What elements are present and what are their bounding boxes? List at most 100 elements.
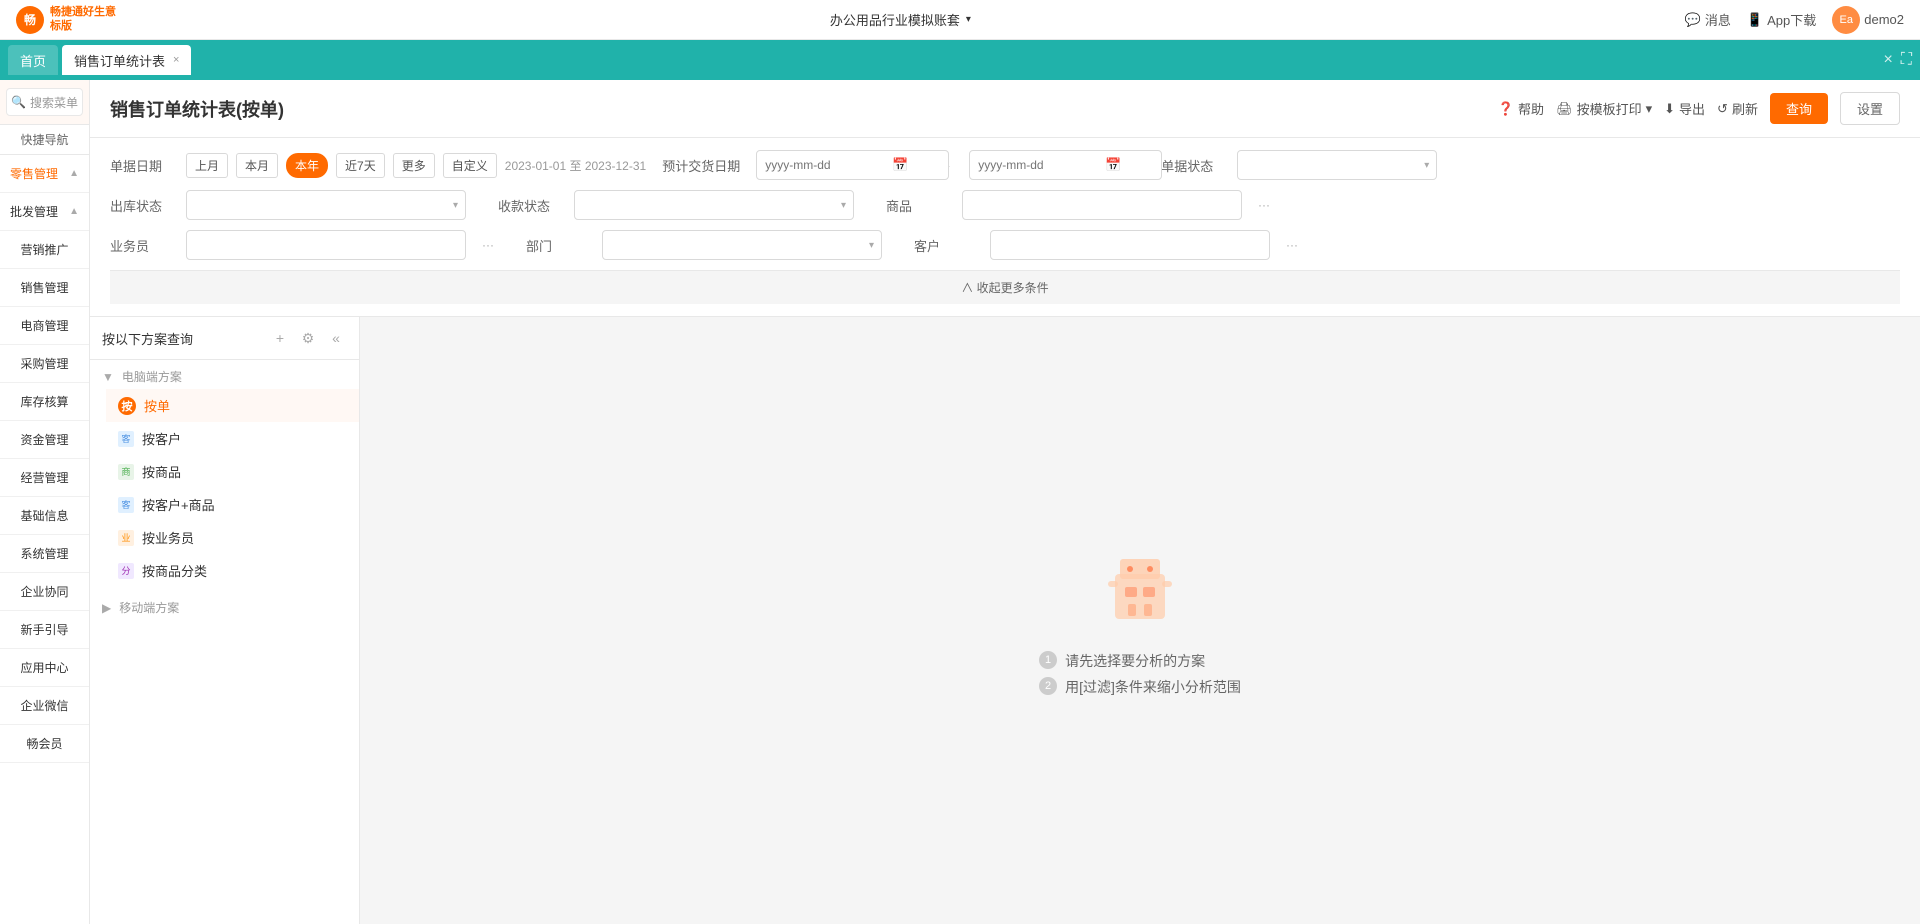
expected-date-label: 预计交货日期 (662, 156, 740, 175)
search-button[interactable]: 🔍 搜索菜单 (6, 88, 83, 116)
collapse-arrow-icon: ∧ (961, 281, 973, 295)
help-button[interactable]: ❓ 帮助 (1498, 99, 1544, 118)
hint-num-2: 2 (1039, 677, 1057, 695)
department-wrapper: ▾ (602, 230, 882, 260)
goods-label: 商品 (886, 196, 946, 215)
collapse-panel-button[interactable]: « (325, 327, 347, 349)
print-icon: 🖨 (1556, 101, 1573, 117)
by-category-icon: 分 (118, 563, 134, 579)
sidebar-item-purchase[interactable]: 采购管理 (0, 345, 89, 383)
collapse-bar[interactable]: ∧ 收起更多条件 (110, 270, 1900, 304)
receive-status-wrapper: ▾ (574, 190, 854, 220)
date-btn-prev-month[interactable]: 上月 (186, 153, 228, 178)
query-button[interactable]: 查询 (1770, 93, 1828, 124)
expected-date-end-wrapper: 📅 (969, 150, 1129, 180)
add-scheme-button[interactable]: + (269, 327, 291, 349)
salesperson-input[interactable] (186, 230, 466, 260)
empty-state: 1 请先选择要分析的方案 2 用[过滤]条件来缩小分析范围 (1039, 539, 1241, 703)
salesperson-more-icon[interactable]: ··· (482, 238, 494, 252)
salesperson-label: 业务员 (110, 236, 170, 255)
tab-maximize-icon[interactable]: ⛶ (1901, 51, 1912, 69)
tree-item-by-category[interactable]: 分 按商品分类 (106, 554, 359, 587)
tree-item-by-cust-goods[interactable]: 客 按客户+商品 (106, 488, 359, 521)
bill-status-wrapper: ▾ (1237, 150, 1437, 180)
help-icon: ❓ (1498, 101, 1514, 117)
date-btn-7days[interactable]: 近7天 (336, 153, 385, 178)
sidebar-item-sales[interactable]: 销售管理 (0, 269, 89, 307)
refresh-icon: ↺ (1717, 101, 1728, 117)
sidebar-item-wholesale[interactable]: 批发管理 ▲ (0, 193, 89, 231)
empty-illustration (1090, 539, 1190, 639)
sidebar-item-guide[interactable]: 新手引导 (0, 611, 89, 649)
print-button[interactable]: 🖨 按模板打印 ▾ (1556, 99, 1652, 118)
hint-num-1: 1 (1039, 651, 1057, 669)
department-select[interactable] (602, 230, 882, 260)
sidebar-item-marketing[interactable]: 营销推广 (0, 231, 89, 269)
refresh-button[interactable]: ↺ 刷新 (1717, 99, 1758, 118)
sidebar-item-inventory[interactable]: 库存核算 (0, 383, 89, 421)
expected-date-start-input[interactable] (756, 150, 949, 180)
settings-button[interactable]: 设置 (1840, 92, 1900, 125)
message-icon: 💬 (1685, 12, 1701, 28)
print-arrow-icon: ▾ (1646, 101, 1653, 117)
message-button[interactable]: 💬 消息 (1685, 10, 1731, 29)
tab-home[interactable]: 首页 (8, 45, 58, 75)
goods-more-icon[interactable]: ··· (1258, 198, 1270, 212)
empty-hint-list: 1 请先选择要分析的方案 2 用[过滤]条件来缩小分析范围 (1039, 651, 1241, 703)
sidebar-item-member[interactable]: 畅会员 (0, 725, 89, 763)
date-range-display: 2023-01-01 至 2023-12-31 (505, 157, 646, 174)
by-cust-goods-icon: 客 (118, 497, 134, 513)
ship-status-wrapper: ▾ (186, 190, 466, 220)
export-icon: ⬇ (1664, 101, 1675, 117)
quick-nav-item[interactable]: 快捷导航 (0, 125, 89, 155)
sidebar-item-system[interactable]: 系统管理 (0, 535, 89, 573)
tree-item-by-goods[interactable]: 商 按商品 (106, 455, 359, 488)
filter-row-3: 业务员 ··· 部门 ▾ 客户 ··· (110, 230, 1900, 260)
date-btn-cur-month[interactable]: 本月 (236, 153, 278, 178)
export-button[interactable]: ⬇ 导出 (1664, 99, 1705, 118)
by-goods-icon: 商 (118, 464, 134, 480)
receive-status-select[interactable] (574, 190, 854, 220)
bill-status-select[interactable] (1237, 150, 1437, 180)
tree-mobile-section[interactable]: ▶ 移动端方案 (90, 591, 359, 620)
settings-scheme-button[interactable]: ⚙ (297, 327, 319, 349)
sidebar-item-ecommerce[interactable]: 电商管理 (0, 307, 89, 345)
date-btn-more[interactable]: 更多 (393, 153, 435, 178)
goods-input[interactable] (962, 190, 1242, 220)
tab-minimize-icon[interactable]: × (1883, 51, 1892, 69)
by-order-icon: 按 (118, 397, 136, 415)
sidebar-item-basic[interactable]: 基础信息 (0, 497, 89, 535)
search-icon: 🔍 (11, 95, 26, 109)
expected-date-end-input[interactable] (969, 150, 1162, 180)
tab-close-icon[interactable]: × (173, 54, 179, 66)
user-area[interactable]: Ea demo2 (1832, 6, 1904, 34)
filter-row-2: 出库状态 ▾ 收款状态 ▾ 商品 ··· (110, 190, 1900, 220)
sidebar-item-enterprise-wechat[interactable]: 企业微信 (0, 687, 89, 725)
sidebar-item-enterprise-collab[interactable]: 企业协同 (0, 573, 89, 611)
sidebar-item-operation[interactable]: 经营管理 (0, 459, 89, 497)
sidebar-item-finance[interactable]: 资金管理 (0, 421, 89, 459)
ship-status-select[interactable] (186, 190, 466, 220)
sidebar: 🔍 搜索菜单 快捷导航 零售管理 ▲ 批发管理 ▲ 营销推广 销售管理 电商管理… (0, 80, 90, 924)
date-btn-year[interactable]: 本年 (286, 153, 328, 178)
filter-row-1: 单据日期 上月 本月 本年 近7天 更多 自定义 2023-01-01 至 20… (110, 150, 1900, 180)
customer-input[interactable] (990, 230, 1270, 260)
ship-status-label: 出库状态 (110, 196, 170, 215)
main-content-area: 1 请先选择要分析的方案 2 用[过滤]条件来缩小分析范围 (360, 317, 1920, 924)
tree-item-by-customer[interactable]: 客 按客户 (106, 422, 359, 455)
page-title: 销售订单统计表(按单) (110, 96, 284, 134)
avatar: Ea (1832, 6, 1860, 34)
tree-item-by-salesperson[interactable]: 业 按业务员 (106, 521, 359, 554)
date-btn-custom[interactable]: 自定义 (443, 153, 497, 178)
page-title-bar: 办公用品行业模拟账套 ▾ (830, 10, 971, 29)
sidebar-item-retail[interactable]: 零售管理 ▲ (0, 155, 89, 193)
tree-item-by-order[interactable]: 按 按单 (106, 389, 359, 422)
retail-arrow-icon: ▲ (69, 168, 79, 179)
sidebar-item-app-center[interactable]: 应用中心 (0, 649, 89, 687)
tab-sales-order[interactable]: 销售订单统计表 × (62, 45, 191, 75)
title-dropdown-arrow[interactable]: ▾ (966, 14, 971, 25)
empty-hint-1: 1 请先选择要分析的方案 (1039, 651, 1241, 671)
customer-more-icon[interactable]: ··· (1286, 238, 1298, 252)
by-customer-icon: 客 (118, 431, 134, 447)
app-download-button[interactable]: 📱 App下载 (1747, 10, 1816, 29)
